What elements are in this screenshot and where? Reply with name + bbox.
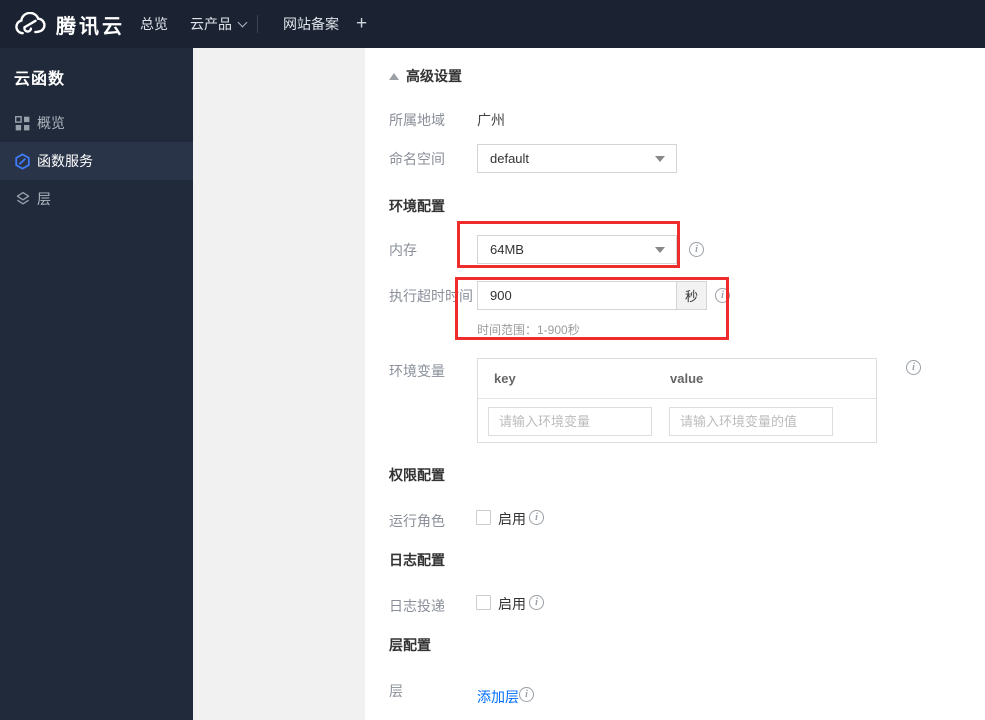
section-log-config: 日志配置 [389, 552, 445, 568]
memory-info-icon[interactable] [689, 242, 704, 257]
function-hexagon-icon [14, 152, 31, 170]
timeout-info-icon[interactable] [715, 288, 730, 303]
sidebar-item-label: 层 [37, 191, 51, 207]
run-role-enable-checkbox[interactable] [476, 510, 491, 525]
tencent-cloud-logo[interactable]: 腾讯云 [14, 0, 125, 48]
nav-add-button[interactable]: + [356, 0, 367, 48]
sidebar-item-label: 函数服务 [37, 153, 93, 169]
sidebar-item-layers[interactable]: 层 [0, 180, 193, 218]
sidebar-item-function-service[interactable]: 函数服务 [0, 142, 193, 180]
advanced-settings-toggle[interactable]: 高级设置 [389, 66, 462, 86]
cloud-logo-icon [14, 11, 47, 37]
caret-down-icon [655, 155, 665, 162]
timeout-range-hint: 时间范围：1-900秒 [477, 323, 580, 337]
sidebar-item-label: 概览 [37, 115, 65, 131]
layer-label: 层 [389, 683, 403, 699]
sidebar-item-overview[interactable]: 概览 [0, 104, 193, 142]
run-role-enable-label[interactable]: 启用 [498, 511, 526, 527]
key-column-header: key [494, 371, 516, 386]
nav-overview[interactable]: 总览 [140, 0, 168, 48]
memory-select[interactable]: 64MB [477, 235, 677, 264]
log-delivery-label: 日志投递 [389, 598, 445, 614]
namespace-selected-value: default [490, 151, 530, 166]
section-permission-config: 权限配置 [389, 467, 445, 483]
env-var-key-input[interactable] [488, 407, 652, 436]
region-value: 广州 [477, 112, 505, 128]
memory-label: 内存 [389, 242, 417, 258]
memory-selected-value: 64MB [490, 242, 524, 257]
log-delivery-info-icon[interactable] [529, 595, 544, 610]
env-vars-info-icon[interactable] [906, 360, 921, 375]
env-var-value-input[interactable] [669, 407, 833, 436]
nav-cloud-products[interactable]: 云产品 [190, 0, 248, 48]
timeout-label: 执行超时时间 [389, 288, 473, 304]
region-label: 所属地域 [389, 112, 445, 128]
section-layer-config: 层配置 [389, 637, 431, 653]
section-env-config: 环境配置 [389, 198, 445, 214]
env-vars-table-header: key value [478, 359, 876, 399]
run-role-info-icon[interactable] [529, 510, 544, 525]
chevron-down-icon [237, 17, 248, 27]
log-delivery-enable-label[interactable]: 启用 [498, 596, 526, 612]
layers-icon [14, 191, 31, 208]
namespace-label: 命名空间 [389, 151, 445, 167]
top-navbar: 腾讯云 总览 云产品 网站备案 + [0, 0, 985, 48]
log-delivery-enable-checkbox[interactable] [476, 595, 491, 610]
nav-divider [257, 15, 258, 33]
value-column-header: value [670, 371, 704, 386]
nav-icp-filing[interactable]: 网站备案 [283, 0, 339, 48]
timeout-input[interactable] [477, 281, 677, 310]
namespace-select[interactable]: default [477, 144, 677, 173]
add-layer-info-icon[interactable] [519, 687, 534, 702]
env-vars-label: 环境变量 [389, 363, 445, 379]
timeout-unit-suffix: 秒 [677, 281, 707, 310]
collapsed-list-panel [193, 48, 365, 720]
function-config-form: 高级设置 所属地域 广州 命名空间 default 环境配置 内存 64MB 执… [365, 48, 985, 720]
sidebar-title: 云函数 [14, 71, 66, 88]
logo-text: 腾讯云 [56, 15, 125, 38]
sidebar: 云函数 概览 函数服务 层 [0, 48, 193, 720]
env-vars-table: key value [477, 358, 877, 443]
grid-dashboard-icon [14, 115, 31, 132]
run-role-label: 运行角色 [389, 513, 445, 529]
triangle-up-icon [389, 72, 399, 80]
add-layer-link[interactable]: 添加层 [477, 687, 519, 707]
advanced-settings-label: 高级设置 [406, 68, 462, 84]
caret-down-icon [655, 246, 665, 253]
